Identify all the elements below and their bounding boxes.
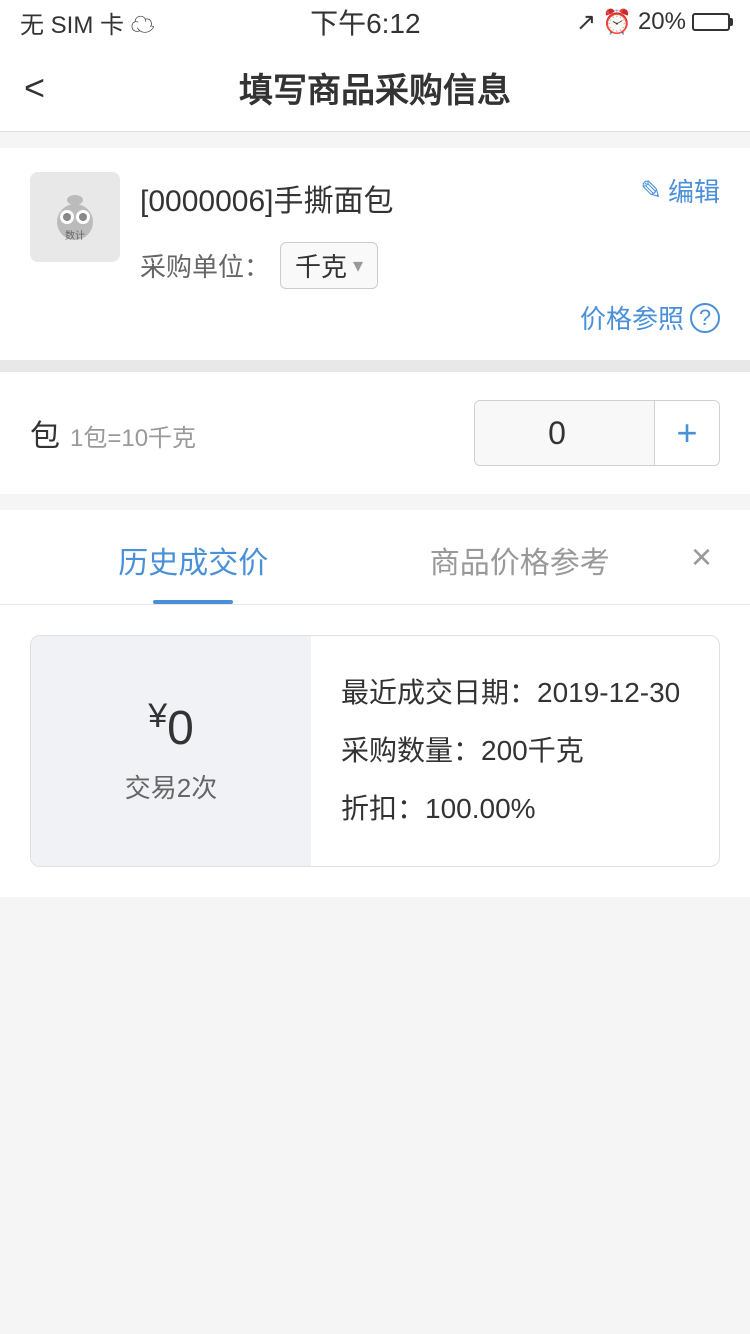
edit-button[interactable]: ✎ 编辑 xyxy=(640,172,720,209)
yuan-symbol: ¥ xyxy=(148,697,167,735)
help-icon: ? xyxy=(690,303,720,333)
tab-history-price[interactable]: 历史成交价 xyxy=(30,510,356,604)
price-reference-button[interactable]: 价格参照 ? xyxy=(580,299,720,336)
battery-icon xyxy=(692,13,730,31)
history-trades-count: 交易2次 xyxy=(125,768,217,805)
status-right: ↗ ⏰ 20% xyxy=(576,8,730,37)
tab-section: 历史成交价 商品价格参考 × ¥0 交易2次 最近成交日期：2019-12-30… xyxy=(0,510,750,897)
quantity-plus-button[interactable]: + xyxy=(655,401,719,465)
battery-percent: 20% xyxy=(638,8,686,36)
unit-value: 千克 xyxy=(295,247,347,284)
tab-bar: 历史成交价 商品价格参考 × xyxy=(0,510,750,605)
status-time: 下午6:12 xyxy=(310,2,421,42)
price-ref-label: 价格参照 xyxy=(580,299,684,336)
status-left: 无 SIM 卡 ☁ xyxy=(20,5,155,40)
product-info: [0000006]手撕面包 采购单位： 千克 ▾ xyxy=(140,172,393,289)
recent-date-row: 最近成交日期：2019-12-30 xyxy=(341,672,689,714)
unit-label: 采购单位： xyxy=(140,247,270,284)
quantity-control: + xyxy=(474,400,720,466)
status-bar: 无 SIM 卡 ☁ 下午6:12 ↗ ⏰ 20% xyxy=(0,0,750,44)
owl-logo: 数计 xyxy=(45,187,105,247)
history-card: ¥0 交易2次 最近成交日期：2019-12-30 采购数量：200千克 折扣：… xyxy=(30,635,720,867)
svg-text:数计: 数计 xyxy=(65,229,85,242)
product-name: [0000006]手撕面包 xyxy=(140,176,393,220)
section-divider xyxy=(0,360,750,372)
alarm-icon: ⏰ xyxy=(602,8,632,37)
quantity-input[interactable] xyxy=(475,401,655,465)
quantity-label: 包 1包=10千克 xyxy=(30,411,196,455)
quantity-row: 包 1包=10千克 + xyxy=(0,372,750,494)
quantity-unit: 包 xyxy=(30,411,60,455)
tab-price-reference[interactable]: 商品价格参考 xyxy=(356,510,682,604)
quantity-hint: 1包=10千克 xyxy=(70,418,196,453)
panel-content: ¥0 交易2次 最近成交日期：2019-12-30 采购数量：200千克 折扣：… xyxy=(0,605,750,897)
back-button[interactable]: < xyxy=(24,67,45,109)
discount-row: 折扣：100.00% xyxy=(341,788,689,830)
header: < 填写商品采购信息 xyxy=(0,44,750,132)
product-thumbnail: 数计 xyxy=(30,172,120,262)
history-details-section: 最近成交日期：2019-12-30 采购数量：200千克 折扣：100.00% xyxy=(311,636,719,866)
history-price-section: ¥0 交易2次 xyxy=(31,636,311,866)
purchase-quantity-row: 采购数量：200千克 xyxy=(341,730,689,772)
history-price-value: ¥0 xyxy=(148,697,194,756)
location-icon: ↗ xyxy=(576,8,596,37)
close-button[interactable]: × xyxy=(683,528,720,586)
page-title: 填写商品采购信息 xyxy=(239,63,511,112)
product-card: 数计 [0000006]手撕面包 采购单位： 千克 ▾ ✎ 编辑 xyxy=(0,148,750,360)
edit-icon: ✎ xyxy=(640,175,662,206)
unit-select[interactable]: 千克 ▾ xyxy=(280,242,378,289)
sim-status: 无 SIM 卡 ☁ xyxy=(20,5,155,40)
chevron-down-icon: ▾ xyxy=(353,253,363,278)
